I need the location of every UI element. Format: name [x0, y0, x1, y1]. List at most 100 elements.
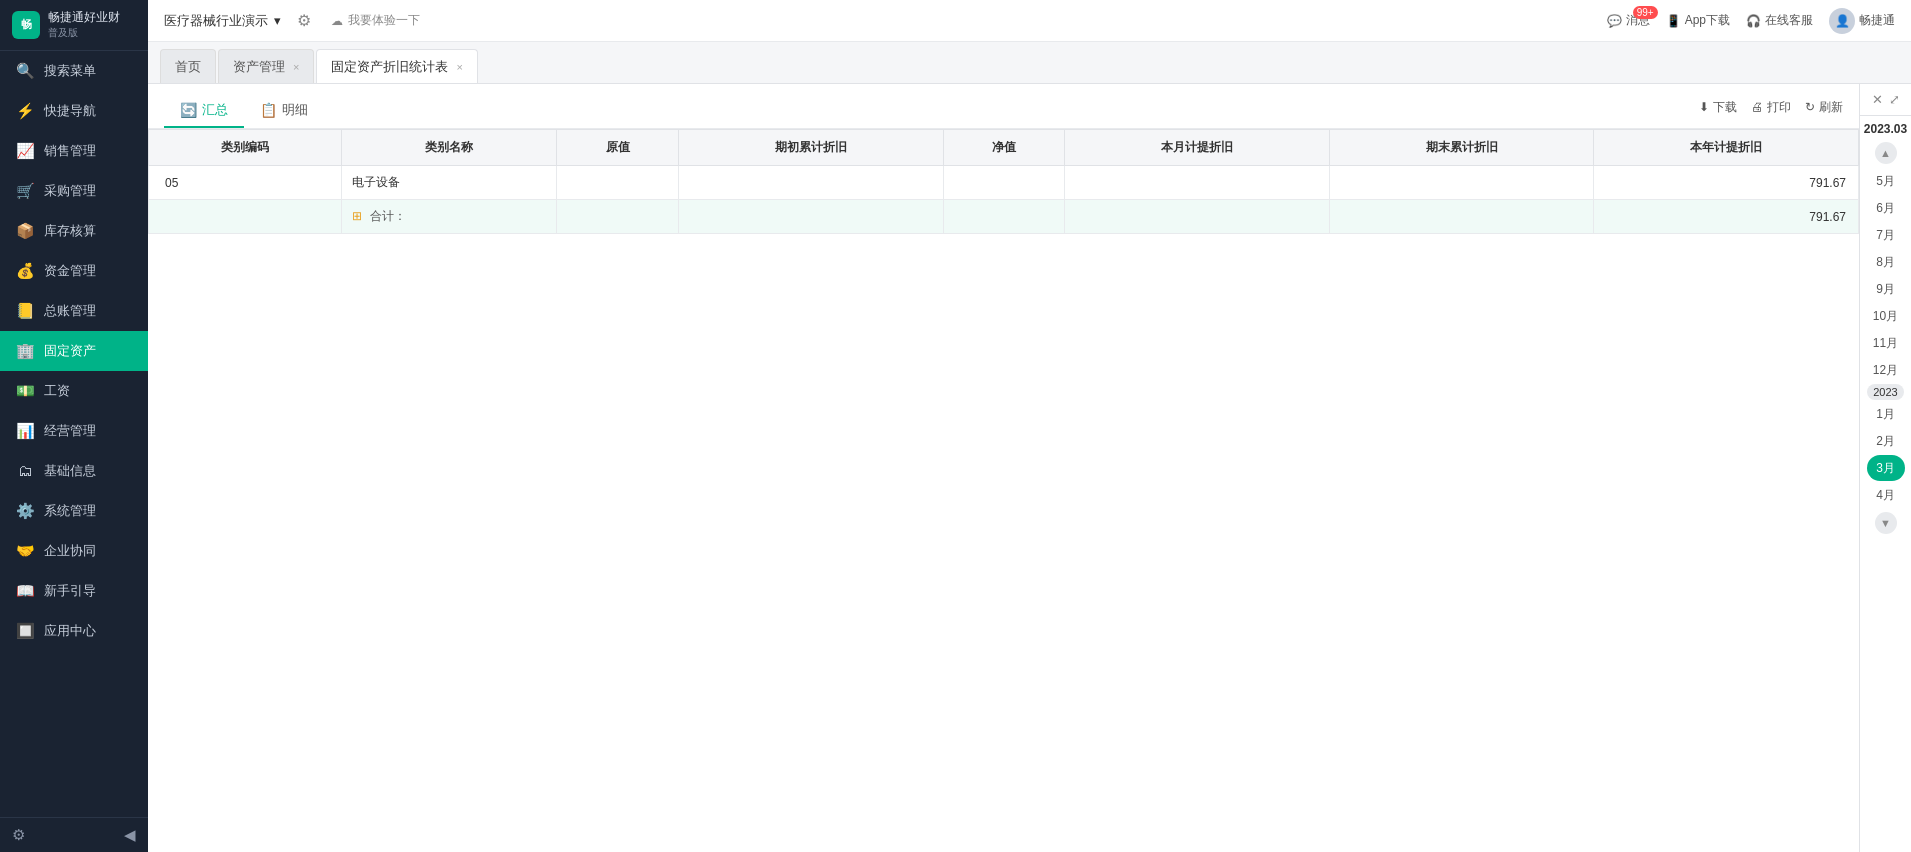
tabbar: 首页 资产管理 × 固定资产折旧统计表 ×: [148, 42, 1911, 84]
panel-month-1[interactable]: 1月: [1867, 401, 1905, 427]
sidebar-item-guide[interactable]: 📖 新手引导: [0, 571, 148, 611]
subtab-summary-label: 汇总: [202, 101, 228, 119]
panel-month-3[interactable]: 3月: [1867, 455, 1905, 481]
sidebar-item-quick-nav[interactable]: ⚡ 快捷导航: [0, 91, 148, 131]
sidebar-item-inventory[interactable]: 📦 库存核算: [0, 211, 148, 251]
sidebar-item-label: 工资: [44, 382, 70, 400]
tab-asset-close[interactable]: ×: [293, 61, 299, 73]
row-code: 05: [149, 166, 342, 200]
content-area: 🔄 汇总 📋 明细 ⬇ 下载 🖨 打印: [148, 84, 1911, 852]
panel-month-2[interactable]: 2月: [1867, 428, 1905, 454]
panel-month-7[interactable]: 7月: [1867, 222, 1905, 248]
tab-asset-management[interactable]: 资产管理 ×: [218, 49, 314, 83]
row-end-dep: [1329, 166, 1594, 200]
panel-month-11[interactable]: 11月: [1867, 330, 1905, 356]
sidebar-item-label: 销售管理: [44, 142, 96, 160]
col-net-value: 净值: [943, 130, 1065, 166]
sidebar-item-system[interactable]: ⚙️ 系统管理: [0, 491, 148, 531]
sidebar-item-operations[interactable]: 📊 经营管理: [0, 411, 148, 451]
experience-icon: ☁: [331, 14, 343, 28]
sidebar-item-search[interactable]: 🔍 搜索菜单: [0, 51, 148, 91]
panel-month-8[interactable]: 8月: [1867, 249, 1905, 275]
sidebar-item-label: 快捷导航: [44, 102, 96, 120]
print-label: 打印: [1767, 99, 1791, 116]
company-selector[interactable]: 医疗器械行业演示 ▾: [164, 12, 281, 30]
sidebar-item-fixed-assets[interactable]: 🏢 固定资产: [0, 331, 148, 371]
tab-home[interactable]: 首页: [160, 49, 216, 83]
guide-icon: 📖: [16, 582, 34, 600]
main-content: 医疗器械行业演示 ▾ ⚙ ☁ 我要体验一下 💬 消息 99+ 📱 App下载 🎧…: [148, 0, 1911, 852]
panel-year-label: 2023.03: [1864, 116, 1907, 138]
panel-expand-icon[interactable]: ⤢: [1889, 92, 1900, 107]
table-summary-row: ⊞ 合计： 791.67: [149, 200, 1859, 234]
sum-text: 合计：: [370, 209, 406, 223]
sidebar-collapse-icon[interactable]: ◀: [124, 826, 136, 844]
tab-depreciation-report[interactable]: 固定资产折旧统计表 ×: [316, 49, 477, 83]
col-annual-dep: 本年计提折旧: [1594, 130, 1859, 166]
toolbar-right: ⬇ 下载 🖨 打印 ↻ 刷新: [1699, 99, 1843, 116]
panel-scroll-up[interactable]: ▲: [1875, 142, 1897, 164]
tab-depreciation-close[interactable]: ×: [456, 61, 462, 73]
print-button[interactable]: 🖨 打印: [1751, 99, 1791, 116]
panel-month-5[interactable]: 5月: [1867, 168, 1905, 194]
user-info[interactable]: 👤 畅捷通: [1829, 8, 1895, 34]
sidebar-scroll: 🔍 搜索菜单 ⚡ 快捷导航 📈 销售管理 🛒 采购管理 📦 库存核算 💰 资金管…: [0, 51, 148, 817]
sidebar-item-basic-info[interactable]: 🗂 基础信息: [0, 451, 148, 491]
online-service-icon: 🎧: [1746, 14, 1761, 28]
payroll-icon: 💵: [16, 382, 34, 400]
table-wrap: 类别编码 类别名称 原值 期初累计折旧 净值 本月计提折旧 期末累计折旧 本年计…: [148, 129, 1859, 852]
subtabs: 🔄 汇总 📋 明细: [164, 94, 324, 128]
sidebar-item-payroll[interactable]: 💵 工资: [0, 371, 148, 411]
sum-monthly-dep: [1065, 200, 1330, 234]
user-name: 畅捷通: [1859, 12, 1895, 29]
sum-initial-dep: [679, 200, 944, 234]
logo-title: 畅捷通好业财: [48, 10, 120, 26]
quick-nav-icon: ⚡: [16, 102, 34, 120]
purchase-icon: 🛒: [16, 182, 34, 200]
sidebar-item-funds[interactable]: 💰 资金管理: [0, 251, 148, 291]
sidebar-item-purchase[interactable]: 🛒 采购管理: [0, 171, 148, 211]
download-button[interactable]: ⬇ 下载: [1699, 99, 1737, 116]
panel-month-6[interactable]: 6月: [1867, 195, 1905, 221]
panel-year-badge: 2023: [1867, 384, 1903, 400]
tab-depreciation-label: 固定资产折旧统计表: [331, 58, 448, 76]
subtab-summary[interactable]: 🔄 汇总: [164, 94, 244, 128]
sidebar-item-app-center[interactable]: 🔲 应用中心: [0, 611, 148, 651]
sidebar-item-label: 固定资产: [44, 342, 96, 360]
operations-icon: 📊: [16, 422, 34, 440]
fixed-assets-icon: 🏢: [16, 342, 34, 360]
panel-month-4[interactable]: 4月: [1867, 482, 1905, 508]
tab-asset-label: 资产管理: [233, 58, 285, 76]
subtab-detail[interactable]: 📋 明细: [244, 94, 324, 128]
sum-end-dep: [1329, 200, 1594, 234]
sidebar-item-label: 采购管理: [44, 182, 96, 200]
sidebar-item-label: 经营管理: [44, 422, 96, 440]
messages-button[interactable]: 💬 消息 99+: [1607, 12, 1650, 29]
messages-badge: 99+: [1633, 6, 1658, 19]
topbar-right: 💬 消息 99+ 📱 App下载 🎧 在线客服 👤 畅捷通: [1607, 8, 1895, 34]
row-initial-dep: [679, 166, 944, 200]
panel-header: ✕ ⤢: [1860, 84, 1911, 116]
sum-annual-dep: 791.67: [1594, 200, 1859, 234]
summary-icon: 🔄: [180, 102, 197, 118]
refresh-button[interactable]: ↻ 刷新: [1805, 99, 1843, 116]
sidebar-item-sales[interactable]: 📈 销售管理: [0, 131, 148, 171]
panel-month-list: 5月 6月 7月 8月 9月 10月 11月 12月 2023 1月 2月 3月…: [1860, 168, 1911, 508]
panel-close-icon[interactable]: ✕: [1872, 92, 1883, 107]
panel-scroll-down[interactable]: ▼: [1875, 512, 1897, 534]
experience-label: 我要体验一下: [348, 12, 420, 29]
panel-month-12[interactable]: 12月: [1867, 357, 1905, 383]
panel-month-10[interactable]: 10月: [1867, 303, 1905, 329]
sidebar-item-enterprise[interactable]: 🤝 企业协同: [0, 531, 148, 571]
sidebar-settings-icon[interactable]: ⚙: [12, 826, 25, 844]
sidebar-item-label: 库存核算: [44, 222, 96, 240]
panel-month-9[interactable]: 9月: [1867, 276, 1905, 302]
company-name: 医疗器械行业演示: [164, 12, 268, 30]
online-service-button[interactable]: 🎧 在线客服: [1746, 12, 1813, 29]
experience-button[interactable]: ☁ 我要体验一下: [331, 12, 420, 29]
app-download-button[interactable]: 📱 App下载: [1666, 12, 1730, 29]
topbar-settings-icon[interactable]: ⚙: [297, 11, 311, 30]
sidebar-item-ledger[interactable]: 📒 总账管理: [0, 291, 148, 331]
enterprise-icon: 🤝: [16, 542, 34, 560]
col-initial-dep: 期初累计折旧: [679, 130, 944, 166]
